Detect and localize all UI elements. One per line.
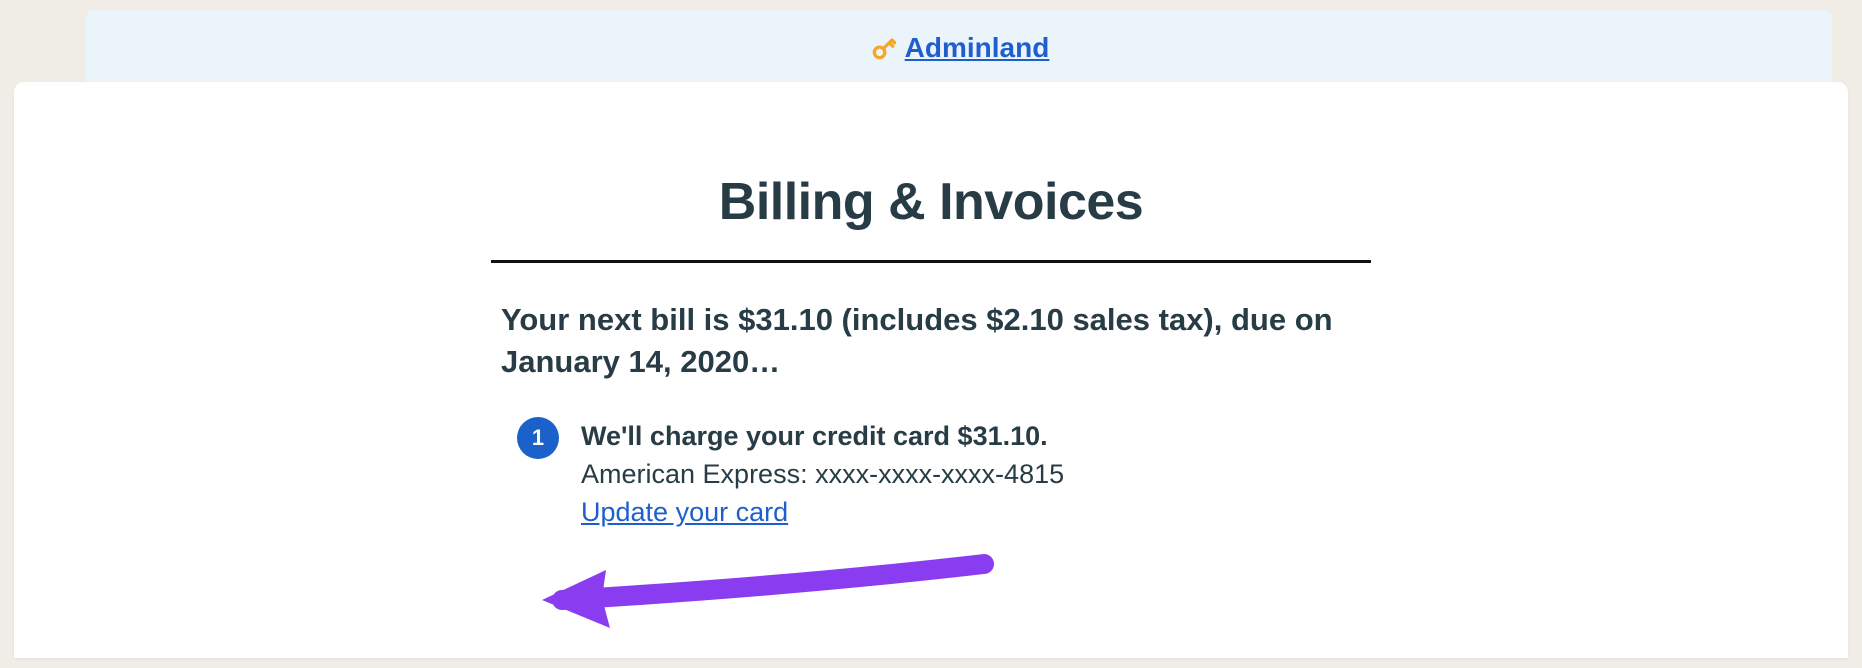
next-bill-summary: Your next bill is $31.10 (includes $2.10… <box>421 299 1441 383</box>
adminland-label: Adminland <box>905 32 1050 64</box>
adminland-link[interactable]: Adminland <box>869 32 1050 64</box>
billing-step-1: 1 We'll charge your credit card $31.10. … <box>421 417 1441 532</box>
adminland-bar: Adminland <box>86 10 1832 90</box>
step-number-badge: 1 <box>517 417 559 459</box>
page-title: Billing & Invoices <box>491 172 1371 263</box>
content: Billing & Invoices Your next bill is $31… <box>331 172 1531 532</box>
key-icon <box>869 33 899 63</box>
billing-card: Billing & Invoices Your next bill is $31… <box>14 82 1848 658</box>
update-card-link[interactable]: Update your card <box>581 497 788 527</box>
card-info: American Express: xxxx-xxxx-xxxx-4815 <box>581 455 1064 493</box>
step-title: We'll charge your credit card $31.10. <box>581 417 1064 455</box>
annotation-arrow-icon <box>534 548 994 668</box>
step-body: We'll charge your credit card $31.10. Am… <box>581 417 1064 532</box>
